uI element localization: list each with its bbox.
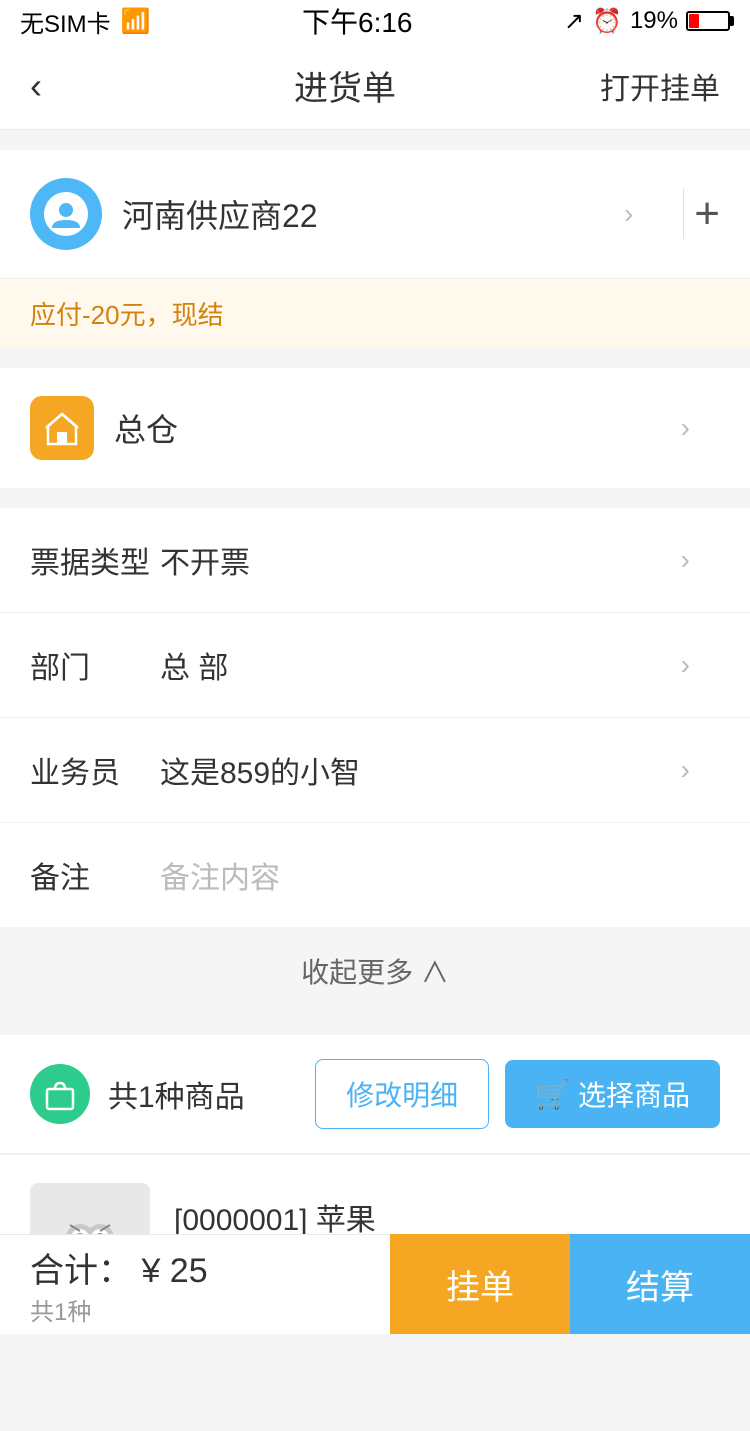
department-row[interactable]: 部门 总 部 › bbox=[0, 612, 750, 717]
wifi-icon: 📶 bbox=[121, 7, 151, 36]
warehouse-row[interactable]: 总仓 › bbox=[0, 368, 750, 488]
salesman-chevron: › bbox=[681, 754, 690, 786]
page-title: 进货单 bbox=[294, 61, 396, 110]
vertical-divider bbox=[683, 189, 684, 239]
department-chevron: › bbox=[681, 649, 690, 681]
total-label: 合计： bbox=[30, 1252, 132, 1290]
warning-banner: 应付-20元，现结 bbox=[0, 279, 750, 348]
collapse-label: 收起更多 ∧ bbox=[301, 951, 449, 991]
select-product-button[interactable]: 🛒 选择商品 bbox=[505, 1060, 720, 1128]
nav-bar: ‹ 进货单 打开挂单 bbox=[0, 42, 750, 130]
back-button[interactable]: ‹ bbox=[30, 65, 90, 107]
invoice-label: 票据类型 bbox=[30, 538, 160, 582]
status-left: 无SIM卡 📶 bbox=[20, 4, 151, 39]
total-count: 共1种 bbox=[30, 1292, 360, 1327]
warehouse-section: 总仓 › bbox=[0, 368, 750, 488]
open-hang-button[interactable]: 打开挂单 bbox=[600, 64, 720, 108]
add-supplier-button[interactable]: + bbox=[694, 192, 720, 236]
warehouse-icon bbox=[30, 396, 94, 460]
section-divider-3 bbox=[0, 488, 750, 508]
section-divider-4 bbox=[0, 1015, 750, 1035]
edit-detail-button[interactable]: 修改明细 bbox=[315, 1059, 489, 1129]
total-value: ¥ 25 bbox=[141, 1252, 207, 1290]
bottom-spacer bbox=[0, 1331, 750, 1431]
supplier-section: 河南供应商22 › + 应付-20元，现结 bbox=[0, 150, 750, 348]
user-icon bbox=[50, 198, 82, 230]
supplier-name[interactable]: 河南供应商22 bbox=[122, 191, 624, 237]
invoice-row[interactable]: 票据类型 不开票 › bbox=[0, 508, 750, 612]
time-display: 下午6:16 bbox=[302, 1, 413, 41]
avatar-inner bbox=[44, 192, 88, 236]
section-divider-1 bbox=[0, 130, 750, 150]
invoice-value: 不开票 bbox=[160, 538, 681, 582]
warehouse-name: 总仓 bbox=[114, 405, 681, 451]
battery-percent: 19% bbox=[630, 7, 678, 35]
department-label: 部门 bbox=[30, 643, 160, 687]
supplier-avatar bbox=[30, 178, 102, 250]
warehouse-chevron: › bbox=[681, 412, 690, 444]
product-count-text: 共1种商品 bbox=[108, 1072, 315, 1116]
hang-button[interactable]: 挂单 bbox=[390, 1234, 570, 1334]
collapse-button[interactable]: 收起更多 ∧ bbox=[0, 927, 750, 1015]
location-icon: ↗ bbox=[564, 7, 584, 36]
form-section: 票据类型 不开票 › 部门 总 部 › 业务员 这是859的小智 › 备注 备注… bbox=[0, 508, 750, 927]
status-right: ↗ ⏰ 19% bbox=[564, 7, 730, 36]
invoice-chevron: › bbox=[681, 544, 690, 576]
remark-input[interactable]: 备注内容 bbox=[160, 853, 720, 897]
salesman-value: 这是859的小智 bbox=[160, 748, 681, 792]
status-bar: 无SIM卡 📶 下午6:16 ↗ ⏰ 19% bbox=[0, 0, 750, 42]
alarm-icon: ⏰ bbox=[592, 7, 622, 36]
cart-icon: 🛒 bbox=[535, 1078, 570, 1111]
supplier-chevron: › bbox=[624, 198, 633, 230]
product-header: 共1种商品 修改明细 🛒 选择商品 bbox=[0, 1035, 750, 1154]
total-amount: 合计： ¥ 25 bbox=[30, 1243, 360, 1292]
total-section: 合计： ¥ 25 共1种 bbox=[0, 1234, 390, 1334]
salesman-row[interactable]: 业务员 这是859的小智 › bbox=[0, 717, 750, 822]
remark-row[interactable]: 备注 备注内容 bbox=[0, 822, 750, 927]
carrier-label: 无SIM卡 bbox=[20, 4, 111, 39]
supplier-row: 河南供应商22 › + bbox=[0, 150, 750, 279]
product-count-icon bbox=[30, 1064, 90, 1124]
battery-icon bbox=[686, 11, 730, 31]
settle-button[interactable]: 结算 bbox=[570, 1234, 750, 1334]
salesman-label: 业务员 bbox=[30, 748, 160, 792]
product-name: [0000001] 苹果 bbox=[174, 1195, 642, 1239]
shopping-bag-icon bbox=[43, 1077, 77, 1111]
department-value: 总 部 bbox=[160, 643, 681, 687]
house-icon bbox=[44, 410, 80, 446]
bottom-bar: 合计： ¥ 25 共1种 挂单 结算 bbox=[0, 1234, 750, 1334]
section-divider-2 bbox=[0, 348, 750, 368]
product-code: [0000001] bbox=[174, 1204, 307, 1237]
select-product-label: 选择商品 bbox=[578, 1074, 690, 1114]
remark-label: 备注 bbox=[30, 853, 160, 897]
product-name-text: 苹果 bbox=[316, 1204, 376, 1237]
